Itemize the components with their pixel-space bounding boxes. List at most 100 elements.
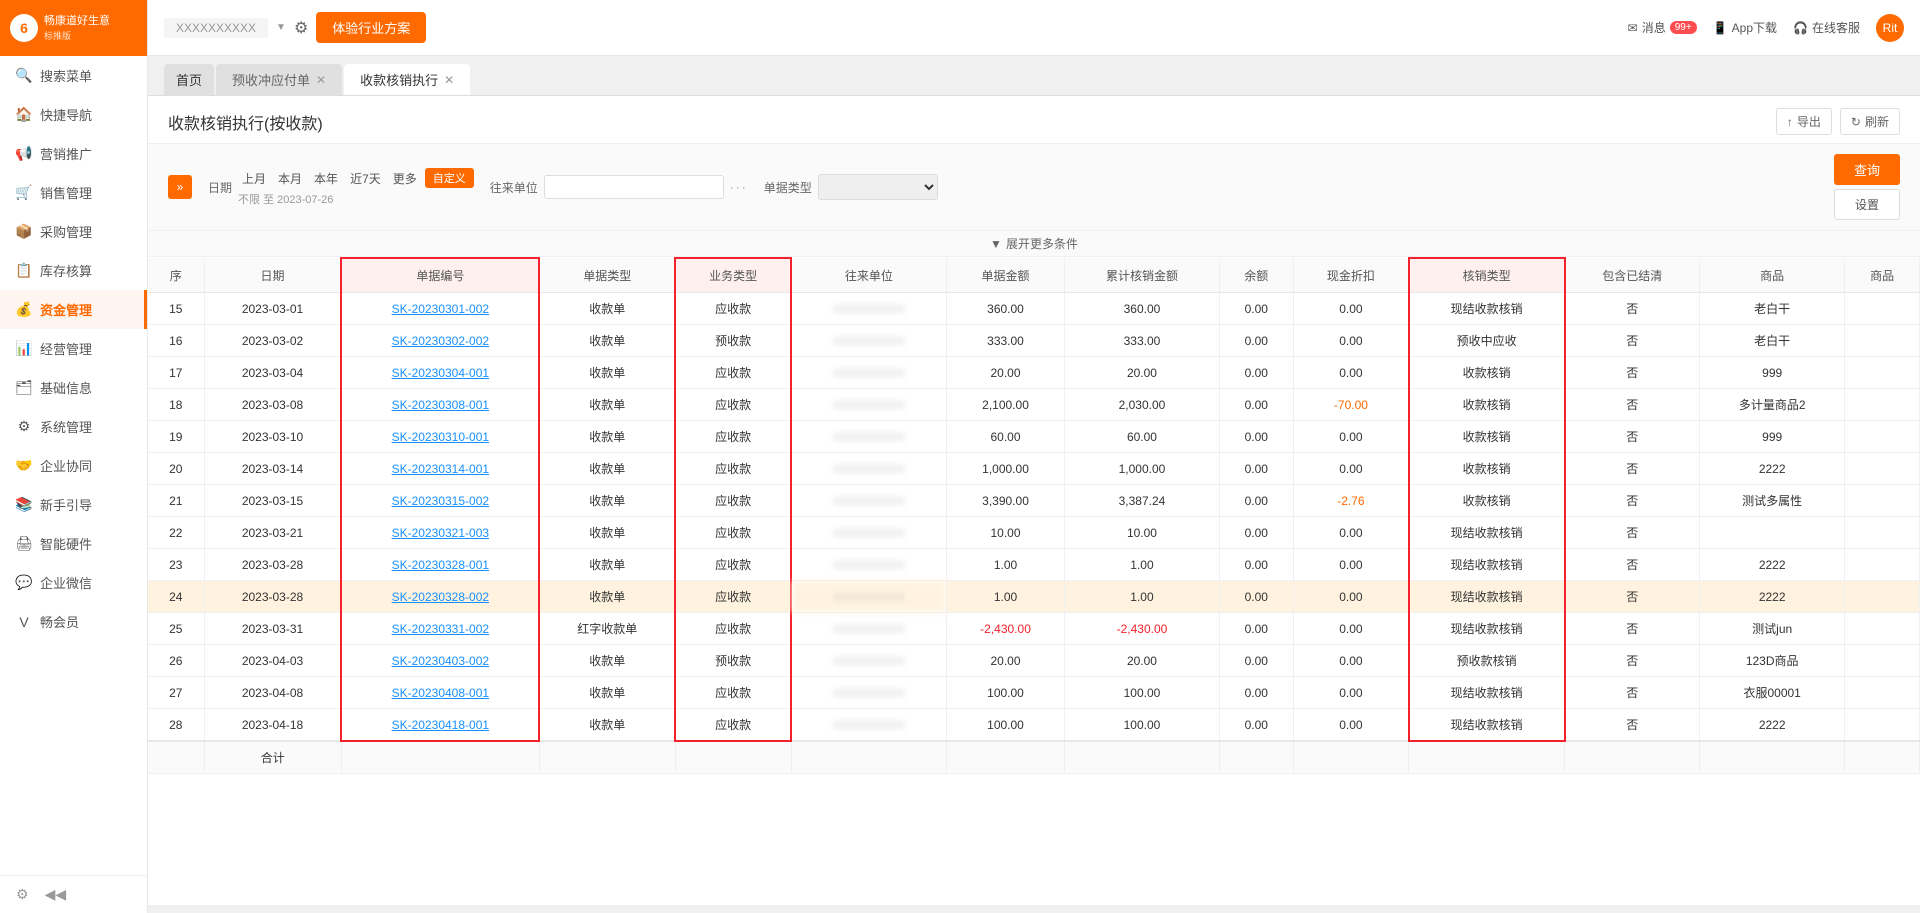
cell-bill_no[interactable]: SK-20230328-002	[341, 581, 539, 613]
collapse-icon[interactable]: ◀◀	[45, 886, 67, 903]
cell-bill_no[interactable]: SK-20230302-002	[341, 325, 539, 357]
sidebar-item-operations[interactable]: 📊经营管理	[0, 329, 147, 368]
sidebar-item-system[interactable]: ⚙系统管理	[0, 407, 147, 446]
avatar[interactable]: Rit	[1876, 14, 1904, 42]
sidebar-item-quick-nav[interactable]: 🏠快捷导航	[0, 95, 147, 134]
cell-bill_no[interactable]: SK-20230403-002	[341, 645, 539, 677]
cell-bill_amount: 1,000.00	[946, 453, 1065, 485]
dropdown-icon[interactable]: ▼	[276, 22, 286, 33]
messages-btn[interactable]: ✉ 消息 99+	[1628, 19, 1697, 36]
cell-accum_amount: 20.00	[1065, 645, 1219, 677]
bill-no-link[interactable]: SK-20230314-001	[392, 462, 489, 476]
bill-no-link[interactable]: SK-20230301-002	[392, 302, 489, 316]
cell-bill_no[interactable]: SK-20230315-002	[341, 485, 539, 517]
sidebar-item-wechat[interactable]: 💬企业微信	[0, 563, 147, 602]
phone-icon: 📱	[1713, 21, 1728, 35]
sidebar-item-hardware[interactable]: 🖨智能硬件	[0, 524, 147, 563]
bill-no-link[interactable]: SK-20230308-001	[392, 398, 489, 412]
cell-biz_type: 应收款	[675, 613, 791, 645]
cell-bill_no[interactable]: SK-20230321-003	[341, 517, 539, 549]
settings-icon[interactable]: ⚙	[16, 886, 29, 903]
expand-btn[interactable]: ▼ 展开更多条件	[990, 235, 1078, 252]
tab-1[interactable]: 预收冲应付单✕	[216, 64, 342, 95]
cell-bill_no[interactable]: SK-20230408-001	[341, 677, 539, 709]
cell-bill_no[interactable]: SK-20230310-001	[341, 421, 539, 453]
table-row: 152023-03-01SK-20230301-002收款单应收款XXXXXXX…	[148, 293, 1920, 325]
cell-bill_amount: 20.00	[946, 645, 1065, 677]
query-btn[interactable]: 查询	[1834, 154, 1900, 185]
cell-bill_amount: 100.00	[946, 709, 1065, 742]
sidebar-item-inventory[interactable]: 📋库存核算	[0, 251, 147, 290]
date-options: 上月 本月 本年 近7天 更多 自定义 不限 至 2023-07-26	[238, 168, 474, 207]
cell-goods: 测试jun	[1700, 613, 1845, 645]
bill-no-link[interactable]: SK-20230408-001	[392, 686, 489, 700]
cell-date: 2023-03-28	[204, 581, 341, 613]
cell-no: 24	[148, 581, 204, 613]
tab-0[interactable]: 首页	[164, 64, 214, 95]
cell-cash_discount: 0.00	[1294, 581, 1409, 613]
last-month-btn[interactable]: 上月	[238, 168, 270, 189]
filter-settings-btn[interactable]: 设置	[1834, 189, 1900, 220]
topbar-settings-icon[interactable]: ⚙	[294, 18, 308, 38]
sidebar-item-search[interactable]: 🔍搜索菜单	[0, 56, 147, 95]
cell-bill_type: 收款单	[539, 389, 675, 421]
cell-bill_no[interactable]: SK-20230308-001	[341, 389, 539, 421]
bill-no-link[interactable]: SK-20230403-002	[392, 654, 489, 668]
cell-include_settled: 否	[1565, 357, 1700, 389]
refresh-btn[interactable]: ↻ 刷新	[1840, 108, 1900, 135]
sidebar-item-marketing[interactable]: 📢营销推广	[0, 134, 147, 173]
this-year-btn[interactable]: 本年	[310, 168, 342, 189]
date-label: 日期	[208, 179, 232, 196]
cell-bill_no[interactable]: SK-20230328-001	[341, 549, 539, 581]
filter-collapse-btn[interactable]: »	[168, 175, 192, 199]
cell-partner: XXXXXXXXX	[791, 517, 946, 549]
bill-no-link[interactable]: SK-20230315-002	[392, 494, 489, 508]
bill-no-link[interactable]: SK-20230331-002	[392, 622, 489, 636]
custom-date-btn[interactable]: 自定义	[425, 168, 474, 188]
app-download-btn[interactable]: 📱 App下载	[1713, 19, 1777, 36]
bill-no-link[interactable]: SK-20230310-001	[392, 430, 489, 444]
sidebar-item-member[interactable]: V畅会员	[0, 602, 147, 641]
cell-write_off_type: 收款核销	[1409, 453, 1565, 485]
last-7-days-btn[interactable]: 近7天	[346, 168, 385, 189]
sidebar-item-purchase[interactable]: 📦采购管理	[0, 212, 147, 251]
cell-bill_amount: -2,430.00	[946, 613, 1065, 645]
cell-bill_no[interactable]: SK-20230301-002	[341, 293, 539, 325]
sidebar-item-sales[interactable]: 🛒销售管理	[0, 173, 147, 212]
export-icon: ↑	[1787, 115, 1793, 129]
tab-close-2[interactable]: ✕	[444, 73, 454, 87]
bill-no-link[interactable]: SK-20230304-001	[392, 366, 489, 380]
this-month-btn[interactable]: 本月	[274, 168, 306, 189]
sidebar-item-enterprise[interactable]: 🤝企业协同	[0, 446, 147, 485]
cell-bill_no[interactable]: SK-20230331-002	[341, 613, 539, 645]
sidebar-item-guide[interactable]: 📚新手引导	[0, 485, 147, 524]
online-service-btn[interactable]: 🎧 在线客服	[1793, 19, 1860, 36]
cell-no: 28	[148, 709, 204, 742]
bill-no-link[interactable]: SK-20230302-002	[392, 334, 489, 348]
tab-close-1[interactable]: ✕	[316, 73, 326, 87]
partner-input[interactable]	[544, 175, 724, 199]
bill-type-select[interactable]	[818, 174, 938, 200]
logo-icon: 6	[10, 14, 38, 42]
cell-bill_amount: 1.00	[946, 581, 1065, 613]
export-btn[interactable]: ↑ 导出	[1776, 108, 1832, 135]
tab-2[interactable]: 收款核销执行✕	[344, 64, 470, 95]
cell-goods2	[1845, 645, 1920, 677]
bill-no-link[interactable]: SK-20230321-003	[392, 526, 489, 540]
bill-no-link[interactable]: SK-20230418-001	[392, 718, 489, 732]
bill-no-link[interactable]: SK-20230328-002	[392, 590, 489, 604]
cell-bill_no[interactable]: SK-20230304-001	[341, 357, 539, 389]
bill-no-link[interactable]: SK-20230328-001	[392, 558, 489, 572]
table-row: 182023-03-08SK-20230308-001收款单应收款XXXXXXX…	[148, 389, 1920, 421]
industry-btn[interactable]: 体验行业方案	[316, 12, 426, 43]
table-container: 序日期单据编号单据类型业务类型往来单位单据金额累计核销金额余额现金折扣核销类型包…	[148, 257, 1920, 905]
more-btn[interactable]: 更多	[389, 168, 421, 189]
cell-bill_no[interactable]: SK-20230418-001	[341, 709, 539, 742]
cell-biz_type: 应收款	[675, 421, 791, 453]
sidebar-item-finance[interactable]: 💰资金管理	[0, 290, 147, 329]
sidebar-logo: 6 畅康道好生意 标推版	[0, 0, 147, 56]
sidebar-item-basic[interactable]: 🗂基础信息	[0, 368, 147, 407]
sidebar-label-quick-nav: 快捷导航	[40, 105, 92, 124]
cell-bill_no[interactable]: SK-20230314-001	[341, 453, 539, 485]
cell-write_off_type: 现结收款核销	[1409, 613, 1565, 645]
